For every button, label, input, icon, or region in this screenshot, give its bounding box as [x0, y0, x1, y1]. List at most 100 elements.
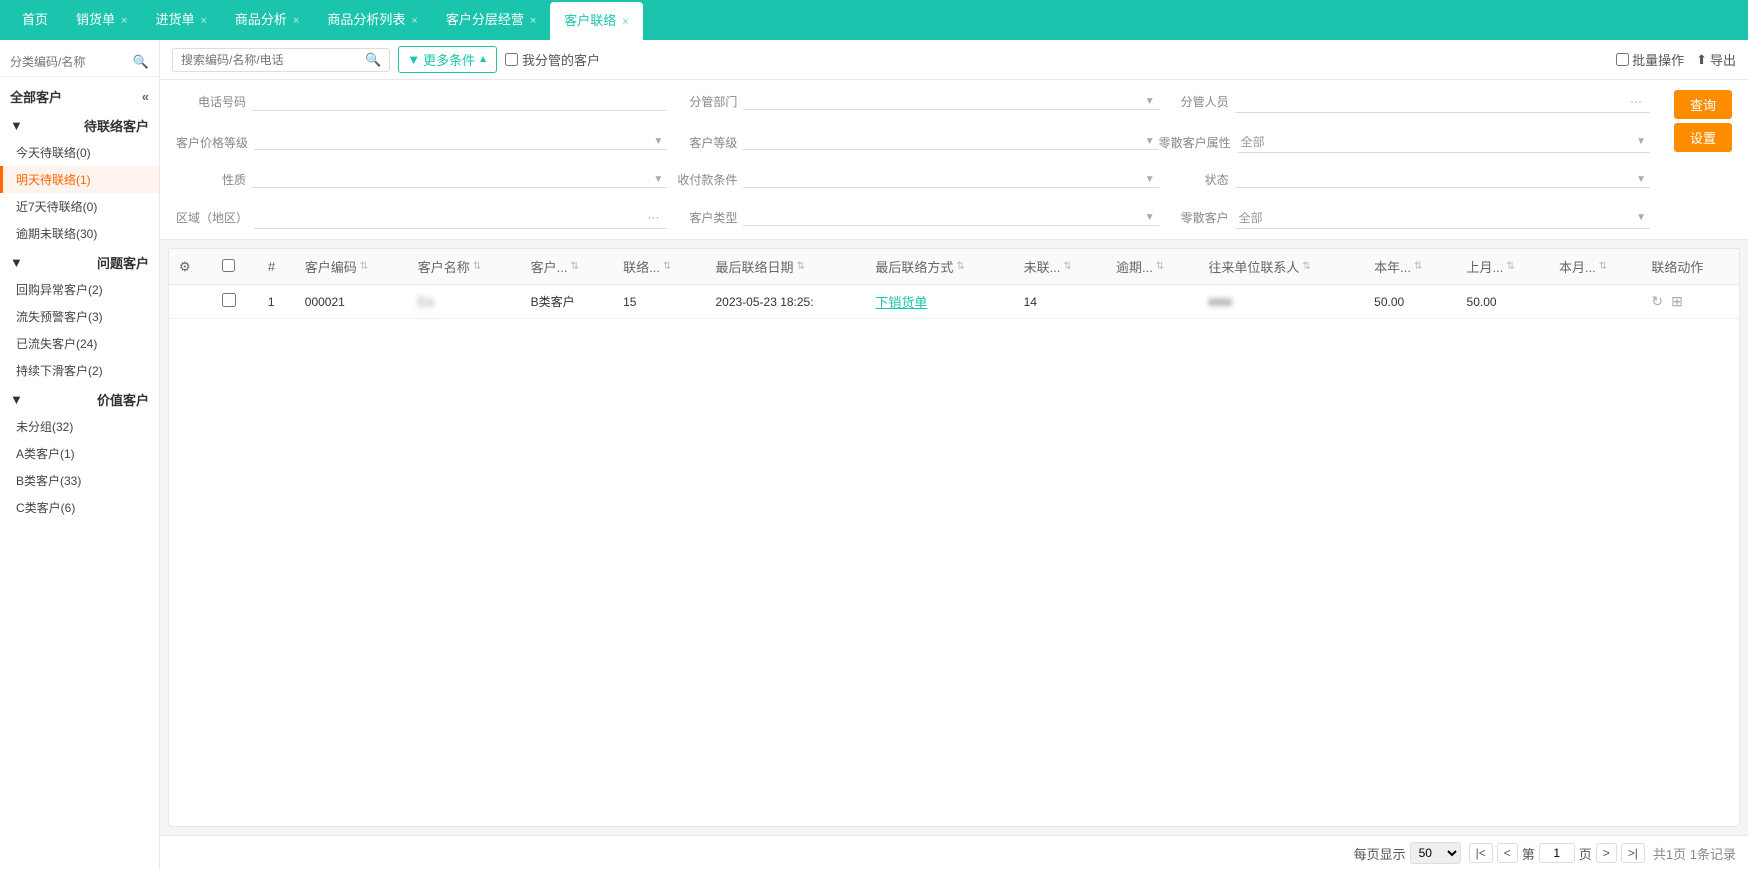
sort-icon-name[interactable]: ⇅ [473, 261, 481, 272]
th-code[interactable]: 客户编码⇅ [295, 249, 408, 285]
close-icon[interactable]: × [530, 15, 536, 27]
close-icon[interactable]: × [293, 15, 299, 27]
sort-icon-not_linked[interactable]: ⇅ [1063, 261, 1071, 272]
filter-icon: ▼ [407, 52, 420, 67]
sidebar-item-1-1[interactable]: 流失预警客户(3) [0, 303, 159, 330]
filter-select-1-2[interactable]: 全部▼ [1237, 131, 1650, 153]
th-not_linked[interactable]: 未联...⇅ [1014, 249, 1106, 285]
th-last_month[interactable]: 上月...⇅ [1457, 249, 1549, 285]
sort-icon-type[interactable]: ⇅ [571, 261, 579, 272]
th-last_method[interactable]: 最后联络方式⇅ [865, 249, 1013, 285]
filter-input-0-0[interactable] [252, 92, 667, 111]
filter-select-1-1[interactable]: ▼ [743, 134, 1158, 150]
all-customers-header[interactable]: 全部客户 « [0, 81, 159, 110]
my-customers-checkbox[interactable] [505, 53, 518, 66]
sort-icon-this_year[interactable]: ⇅ [1414, 261, 1422, 272]
sort-icon-contact[interactable]: ⇅ [663, 261, 671, 272]
more-dots-icon[interactable]: ··· [1626, 92, 1646, 110]
sort-icon-last_method[interactable]: ⇅ [956, 261, 964, 272]
th-this_month[interactable]: 本月...⇅ [1549, 249, 1641, 285]
sort-icon-overdue[interactable]: ⇅ [1156, 261, 1164, 272]
sidebar-item-2-1[interactable]: A类客户(1) [0, 440, 159, 467]
nav-item-销货单[interactable]: 销货单× [62, 0, 141, 40]
filter-select-0-1[interactable]: ▼ [743, 94, 1158, 110]
sort-icon-this_month[interactable]: ⇅ [1599, 261, 1607, 272]
td-not_linked-0: 14 [1014, 285, 1106, 319]
batch-op-btn[interactable]: 批量操作 [1616, 50, 1684, 69]
filter-cell-1-2: 零散客户属性全部▼ [1159, 131, 1650, 153]
table-footer: 每页显示 102050100 |< < 第 页 > >| 共1页 1条记录 [160, 835, 1748, 870]
sidebar-item-1-2[interactable]: 已流失客户(24) [0, 330, 159, 357]
sidebar-item-1-0[interactable]: 回购异常客户(2) [0, 276, 159, 303]
collapse-icon[interactable]: « [142, 89, 149, 104]
close-icon[interactable]: × [622, 16, 628, 28]
action-refresh-icon-0[interactable]: ↻ [1651, 293, 1663, 310]
nav-item-客户联络[interactable]: 客户联络× [550, 2, 642, 40]
nav-item-进货单[interactable]: 进货单× [141, 0, 220, 40]
sort-icon-last_date[interactable]: ⇅ [797, 261, 805, 272]
sidebar-item-0-3[interactable]: 逾期未联络(30) [0, 220, 159, 247]
th-contact[interactable]: 联络...⇅ [613, 249, 705, 285]
export-btn[interactable]: ⬆ 导出 [1696, 50, 1736, 69]
page-input[interactable] [1539, 843, 1575, 863]
th-overdue[interactable]: 逾期...⇅ [1106, 249, 1198, 285]
sort-icon-unit_contact[interactable]: ⇅ [1302, 261, 1310, 272]
prev-page-btn[interactable]: < [1497, 843, 1518, 863]
close-icon[interactable]: × [200, 15, 206, 27]
nav-item-商品分析列表[interactable]: 商品分析列表× [313, 0, 431, 40]
next-page-btn[interactable]: > [1596, 843, 1617, 863]
sidebar-search-input[interactable] [10, 55, 129, 69]
sidebar-group-title-2[interactable]: ▼ 价值客户 [0, 384, 159, 413]
page-size-dropdown[interactable]: 102050100 [1410, 842, 1461, 864]
sort-icon-last_month[interactable]: ⇅ [1506, 261, 1514, 272]
action-qr-icon-0[interactable]: ⊞ [1671, 293, 1683, 310]
filter-cell-0-2: 分管人员··· [1159, 90, 1650, 113]
last-page-btn[interactable]: >| [1621, 843, 1645, 863]
search-input[interactable] [181, 53, 361, 67]
sidebar-item-2-0[interactable]: 未分组(32) [0, 413, 159, 440]
sidebar-item-0-1[interactable]: 明天待联络(1) [0, 166, 159, 193]
nav-item-客户分层经营[interactable]: 客户分层经营× [432, 0, 550, 40]
filter-select-2-1[interactable]: ▼ [743, 172, 1158, 188]
sidebar-search-icon[interactable]: 🔍 [133, 54, 149, 70]
th-this_year[interactable]: 本年...⇅ [1364, 249, 1456, 285]
row-checkbox-0[interactable] [222, 293, 236, 307]
filter-select-2-2[interactable]: ▼ [1235, 172, 1650, 188]
filter-more-0-2[interactable]: ··· [1235, 90, 1650, 113]
gear-icon[interactable]: ⚙ [179, 259, 191, 274]
filter-actions: 查询设置 [1662, 90, 1732, 229]
search-icon[interactable]: 🔍 [365, 52, 381, 68]
filter-select-1-0[interactable]: ▼ [254, 134, 667, 150]
th-unit_contact[interactable]: 往来单位联系人⇅ [1198, 249, 1364, 285]
th-last_date[interactable]: 最后联络日期⇅ [705, 249, 865, 285]
th-name[interactable]: 客户名称⇅ [408, 249, 521, 285]
sidebar-item-1-3[interactable]: 持续下滑客户(2) [0, 357, 159, 384]
sort-icon-code[interactable]: ⇅ [360, 261, 368, 272]
th-type[interactable]: 客户...⇅ [521, 249, 613, 285]
sidebar-group-title-0[interactable]: ▼ 待联络客户 [0, 110, 159, 139]
sidebar-group-title-1[interactable]: ▼ 问题客户 [0, 247, 159, 276]
sidebar-item-0-2[interactable]: 近7天待联络(0) [0, 193, 159, 220]
filter-btn[interactable]: ▼ 更多条件 ▲ [398, 46, 497, 73]
filter-label-1-1: 客户等级 [667, 134, 737, 151]
batch-op-checkbox[interactable] [1616, 53, 1629, 66]
sidebar-item-2-2[interactable]: B类客户(33) [0, 467, 159, 494]
last-method-link-0[interactable]: 下销货单 [875, 295, 927, 310]
filter-select-3-2[interactable]: 全部▼ [1235, 207, 1650, 229]
close-icon[interactable]: × [121, 15, 127, 27]
select-all-checkbox[interactable] [222, 259, 235, 272]
setting-button[interactable]: 设置 [1674, 123, 1732, 152]
first-page-btn[interactable]: |< [1469, 843, 1493, 863]
filter-more-3-0[interactable]: ··· [254, 206, 667, 229]
filter-select-2-0[interactable]: ▼ [252, 172, 667, 188]
my-customers-label[interactable]: 我分管的客户 [505, 50, 600, 69]
filter-select-3-1[interactable]: ▼ [743, 210, 1158, 226]
sidebar-item-2-3[interactable]: C类客户(6) [0, 494, 159, 521]
query-button[interactable]: 查询 [1674, 90, 1732, 119]
total-records: 共1页 1条记录 [1653, 844, 1736, 863]
nav-item-商品分析[interactable]: 商品分析× [221, 0, 313, 40]
more-dots-icon[interactable]: ··· [643, 208, 663, 226]
close-icon[interactable]: × [411, 15, 417, 27]
sidebar-item-0-0[interactable]: 今天待联络(0) [0, 139, 159, 166]
nav-item-首页[interactable]: 首页 [8, 0, 62, 40]
